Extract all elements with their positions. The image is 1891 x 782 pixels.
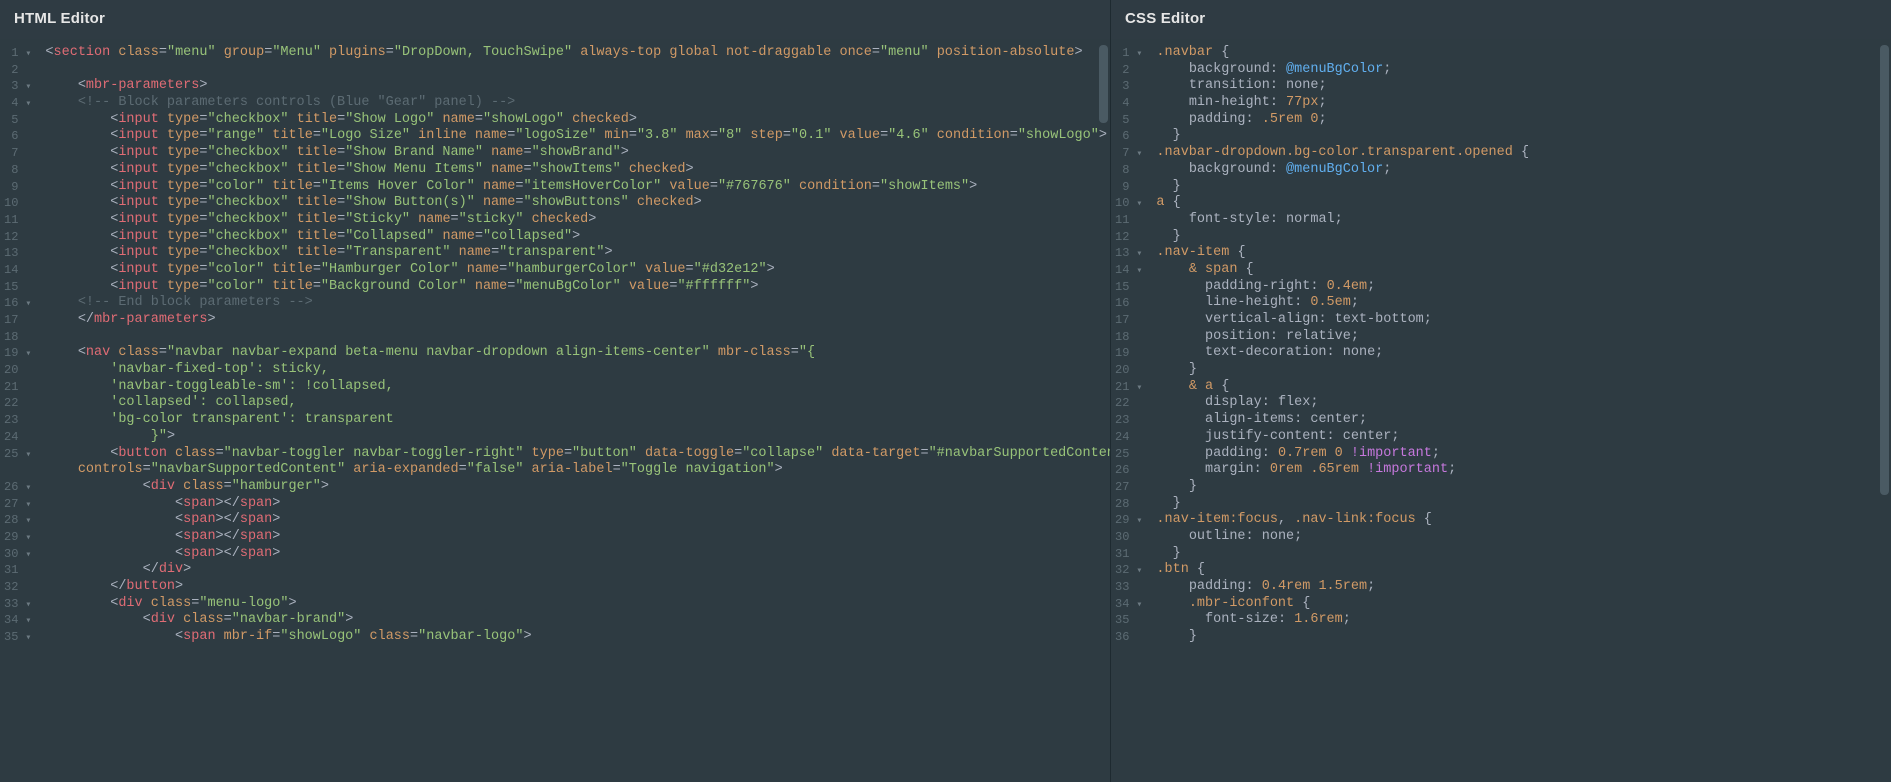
html-editor-panel: HTML Editor 1▾ 2 3▾ 4▾ 5 6 7 8 9 10 11 1… (0, 0, 1110, 782)
html-scrollbar-thumb[interactable] (1099, 45, 1108, 123)
workspace: HTML Editor 1▾ 2 3▾ 4▾ 5 6 7 8 9 10 11 1… (0, 0, 1891, 782)
css-scrollbar[interactable] (1880, 45, 1889, 776)
css-scrollbar-thumb[interactable] (1880, 45, 1889, 495)
css-editor-title: CSS Editor (1111, 0, 1891, 39)
css-editor-area[interactable]: 1▾ 2 3 4 5 6 7▾ 8 9 10▾11 12 13▾14▾15 16… (1111, 39, 1891, 782)
html-code-content[interactable]: <section class="menu" group="Menu" plugi… (39, 39, 1110, 782)
css-editor-panel: CSS Editor 1▾ 2 3 4 5 6 7▾ 8 9 10▾11 12 … (1110, 0, 1891, 782)
html-line-gutter[interactable]: 1▾ 2 3▾ 4▾ 5 6 7 8 9 10 11 12 13 14 15 1… (0, 39, 39, 782)
html-editor-area[interactable]: 1▾ 2 3▾ 4▾ 5 6 7 8 9 10 11 12 13 14 15 1… (0, 39, 1110, 782)
css-code-content[interactable]: .navbar { background: @menuBgColor; tran… (1150, 39, 1891, 782)
html-editor-title: HTML Editor (0, 0, 1110, 39)
html-scrollbar[interactable] (1099, 45, 1108, 776)
css-line-gutter[interactable]: 1▾ 2 3 4 5 6 7▾ 8 9 10▾11 12 13▾14▾15 16… (1111, 39, 1150, 782)
